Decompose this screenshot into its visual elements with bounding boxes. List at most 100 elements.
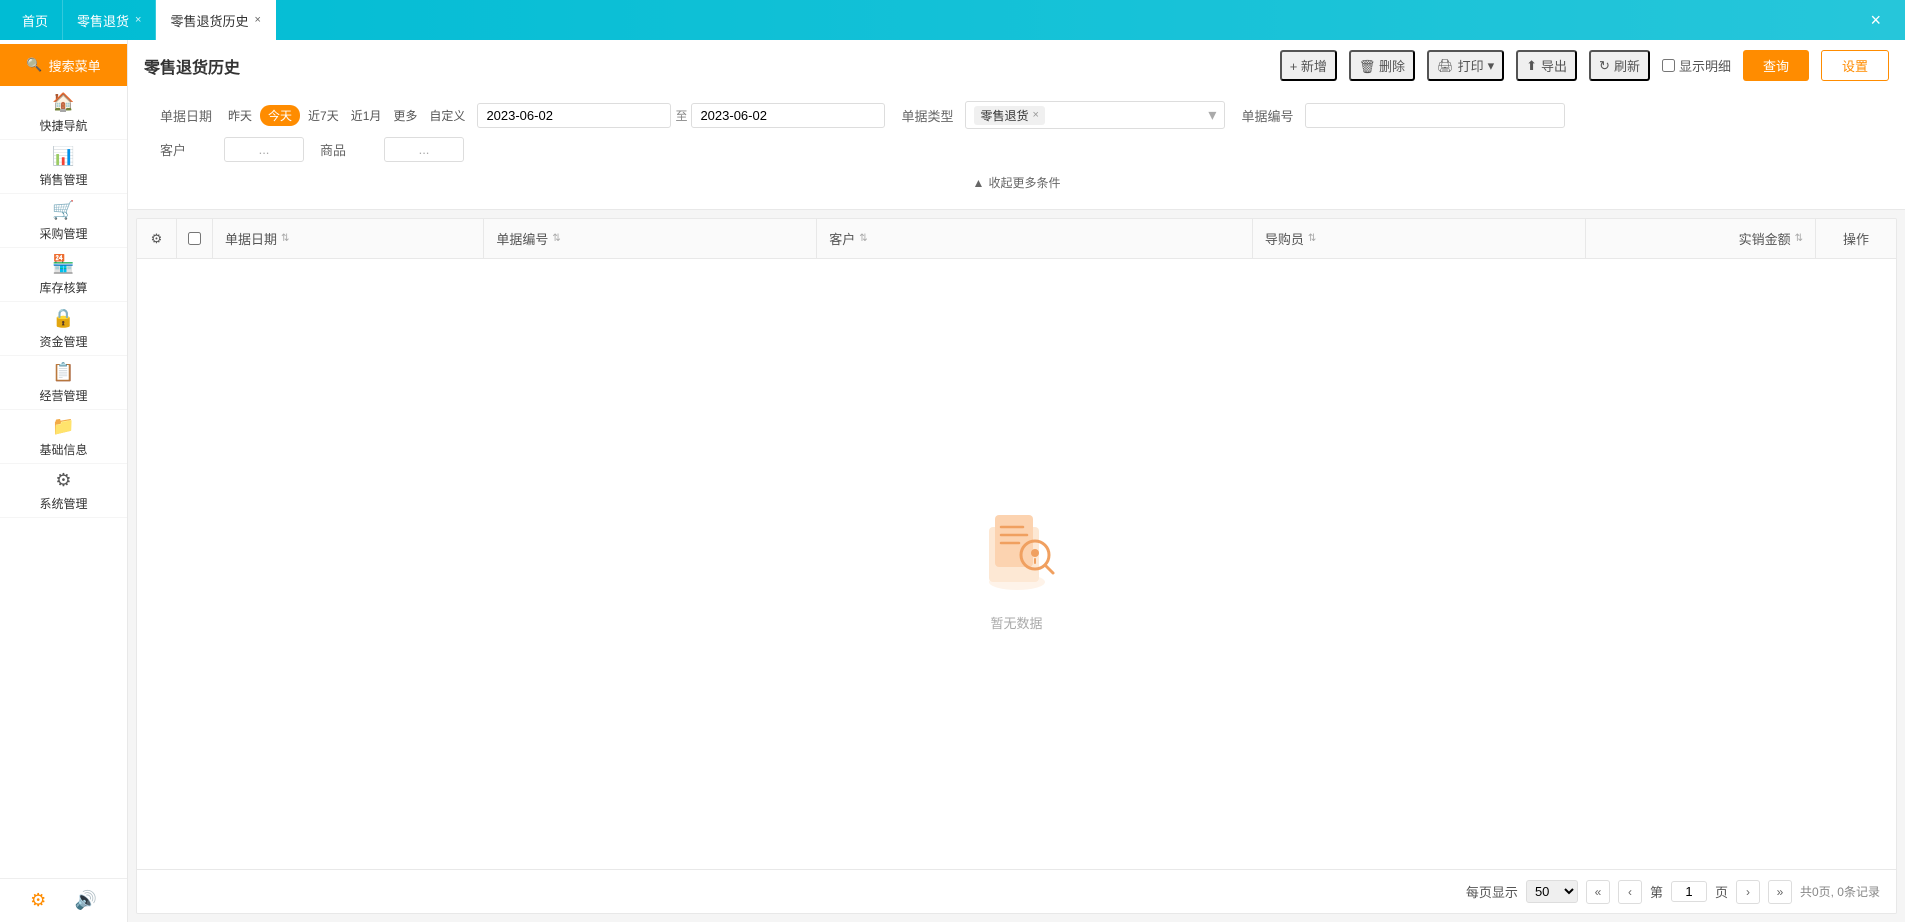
voucher-type-tag: 零售退货 × — [974, 106, 1044, 125]
date-btn-1month[interactable]: 近1月 — [347, 105, 386, 126]
th-no[interactable]: 单据编号 ⇅ — [484, 219, 817, 258]
voucher-date-filter: 单据日期 昨天 今天 近7天 近1月 更多 自定义 至 — [160, 103, 885, 128]
sidebar-bottom: ⚙ 🔊 — [0, 878, 127, 922]
sidebar-item-quick-nav[interactable]: 🏠 快捷导航 — [0, 86, 127, 140]
filter-row-2: 客户 ... 商品 ... — [160, 137, 1873, 162]
date-btn-custom[interactable]: 自定义 — [425, 105, 469, 126]
sidebar-item-operation[interactable]: 📋 经营管理 — [0, 356, 127, 410]
sidebar-item-purchase-label: 采购管理 — [39, 225, 87, 242]
goods-input[interactable]: ... — [384, 137, 464, 162]
select-all-checkbox[interactable] — [188, 232, 201, 245]
th-check[interactable] — [177, 219, 213, 258]
tab-retail-return-label: 零售退货 — [77, 11, 129, 30]
page-title: 零售退货历史 — [144, 54, 240, 78]
page-header: 零售退货历史 + 新增 🗑 删除 🖨 打印 ▾ ⬆ 导出 ↻ — [128, 40, 1905, 210]
th-guide-label: 导购员 — [1265, 229, 1304, 248]
operation-icon: 📋 — [52, 362, 74, 383]
sidebar-item-system[interactable]: ⚙ 系统管理 — [0, 464, 127, 518]
export-label: 导出 — [1541, 56, 1567, 75]
pagination: 每页显示 10 20 50 100 « ‹ 第 页 › — [137, 869, 1896, 913]
delete-button[interactable]: 🗑 删除 — [1349, 50, 1415, 81]
voucher-type-tag-close[interactable]: × — [1032, 109, 1038, 121]
th-amount-sort-icon: ⇅ — [1795, 233, 1803, 244]
goods-placeholder: ... — [419, 142, 430, 157]
th-amount[interactable]: 实销金额 ⇅ — [1586, 219, 1816, 258]
tab-retail-return-close[interactable]: × — [135, 14, 141, 26]
search-icon: 🔍 — [26, 57, 42, 73]
basic-info-icon: 📁 — [52, 416, 74, 437]
collapse-bar[interactable]: ▲ 收起更多条件 — [160, 170, 1873, 199]
voucher-no-input[interactable] — [1305, 103, 1565, 128]
window-close-button[interactable]: × — [1862, 10, 1889, 31]
add-button[interactable]: + 新增 — [1280, 50, 1337, 81]
page-number-input[interactable] — [1671, 881, 1707, 902]
voucher-no-label: 单据编号 — [1241, 106, 1297, 125]
sidebar-item-system-label: 系统管理 — [39, 495, 87, 512]
last-page-button[interactable]: » — [1768, 880, 1792, 904]
show-detail-checkbox-label[interactable]: 显示明细 — [1662, 56, 1731, 75]
customer-placeholder: ... — [259, 142, 270, 157]
total-info: 共0页, 0条记录 — [1800, 883, 1880, 900]
customer-input[interactable]: ... — [224, 137, 304, 162]
sidebar-item-purchase[interactable]: 🛒 采购管理 — [0, 194, 127, 248]
th-action-label: 操作 — [1843, 229, 1869, 248]
export-button[interactable]: ⬆ 导出 — [1516, 50, 1577, 81]
sidebar-item-quick-nav-label: 快捷导航 — [39, 117, 87, 134]
sidebar-item-basic-info[interactable]: 📁 基础信息 — [0, 410, 127, 464]
sidebar-settings-icon[interactable]: ⚙ — [30, 890, 46, 911]
sidebar-item-finance[interactable]: 🔒 资金管理 — [0, 302, 127, 356]
refresh-label: 刷新 — [1614, 56, 1640, 75]
refresh-icon: ↻ — [1599, 58, 1610, 74]
tab-retail-return-history-label: 零售退货历史 — [170, 11, 248, 30]
prev-page-icon: ‹ — [1628, 885, 1632, 899]
date-to-input[interactable] — [691, 103, 885, 128]
query-button[interactable]: 查询 — [1743, 50, 1809, 81]
th-guide[interactable]: 导购员 ⇅ — [1253, 219, 1586, 258]
date-btn-today[interactable]: 今天 — [260, 105, 300, 126]
filter-area: 单据日期 昨天 今天 近7天 近1月 更多 自定义 至 — [144, 91, 1889, 209]
tab-retail-return[interactable]: 零售退货 × — [63, 0, 156, 40]
collapse-label: 收起更多条件 — [988, 174, 1060, 191]
search-menu-label: 搜索菜单 — [49, 56, 101, 75]
th-customer[interactable]: 客户 ⇅ — [817, 219, 1253, 258]
voucher-type-tag-text: 零售退货 — [980, 107, 1028, 124]
refresh-button[interactable]: ↻ 刷新 — [1589, 50, 1650, 81]
date-btn-yesterday[interactable]: 昨天 — [224, 105, 256, 126]
th-setting[interactable]: ⚙ — [137, 219, 177, 258]
date-btn-7days[interactable]: 近7天 — [304, 105, 343, 126]
print-dropdown-icon: ▾ — [1488, 58, 1495, 74]
setting-button[interactable]: 设置 — [1821, 50, 1889, 81]
voucher-type-dropdown-icon[interactable]: ▾ — [1208, 105, 1216, 125]
date-input-range: 至 — [477, 103, 885, 128]
page-size-select[interactable]: 10 20 50 100 — [1526, 880, 1578, 903]
date-range-separator: 至 — [675, 107, 687, 124]
top-bar-right: × — [1862, 10, 1905, 31]
tab-home[interactable]: 首页 — [8, 0, 63, 40]
date-from-input[interactable] — [477, 103, 671, 128]
th-date[interactable]: 单据日期 ⇅ — [213, 219, 484, 258]
next-page-button[interactable]: › — [1736, 880, 1760, 904]
voucher-type-input[interactable]: 零售退货 × ▾ — [965, 101, 1225, 129]
sidebar-item-finance-label: 资金管理 — [39, 333, 87, 350]
sidebar-item-sales[interactable]: 📊 销售管理 — [0, 140, 127, 194]
show-detail-checkbox[interactable] — [1662, 59, 1675, 72]
tab-bar: 首页 零售退货 × 零售退货历史 × — [8, 0, 1862, 40]
tab-retail-return-history[interactable]: 零售退货历史 × — [156, 0, 275, 40]
tab-home-label: 首页 — [22, 11, 48, 30]
page-size-label: 每页显示 — [1466, 882, 1518, 901]
sidebar-sound-icon[interactable]: 🔊 — [74, 890, 96, 911]
sidebar-item-sales-label: 销售管理 — [39, 171, 87, 188]
first-page-button[interactable]: « — [1586, 880, 1610, 904]
tab-retail-return-history-close[interactable]: × — [254, 14, 260, 26]
sidebar-item-inventory[interactable]: 🏪 库存核算 — [0, 248, 127, 302]
prev-page-button[interactable]: ‹ — [1618, 880, 1642, 904]
empty-state-icon — [967, 497, 1067, 597]
voucher-type-filter: 单据类型 零售退货 × ▾ — [901, 101, 1225, 129]
date-btn-more[interactable]: 更多 — [389, 105, 421, 126]
voucher-no-filter: 单据编号 — [1241, 103, 1565, 128]
th-no-sort-icon: ⇅ — [552, 233, 560, 244]
th-amount-label: 实销金额 — [1739, 229, 1791, 248]
print-button[interactable]: 🖨 打印 ▾ — [1427, 50, 1504, 81]
sidebar: 🔍 搜索菜单 🏠 快捷导航 📊 销售管理 🛒 采购管理 🏪 库存核算 🔒 资金管… — [0, 40, 128, 922]
search-menu-button[interactable]: 🔍 搜索菜单 — [0, 44, 127, 86]
